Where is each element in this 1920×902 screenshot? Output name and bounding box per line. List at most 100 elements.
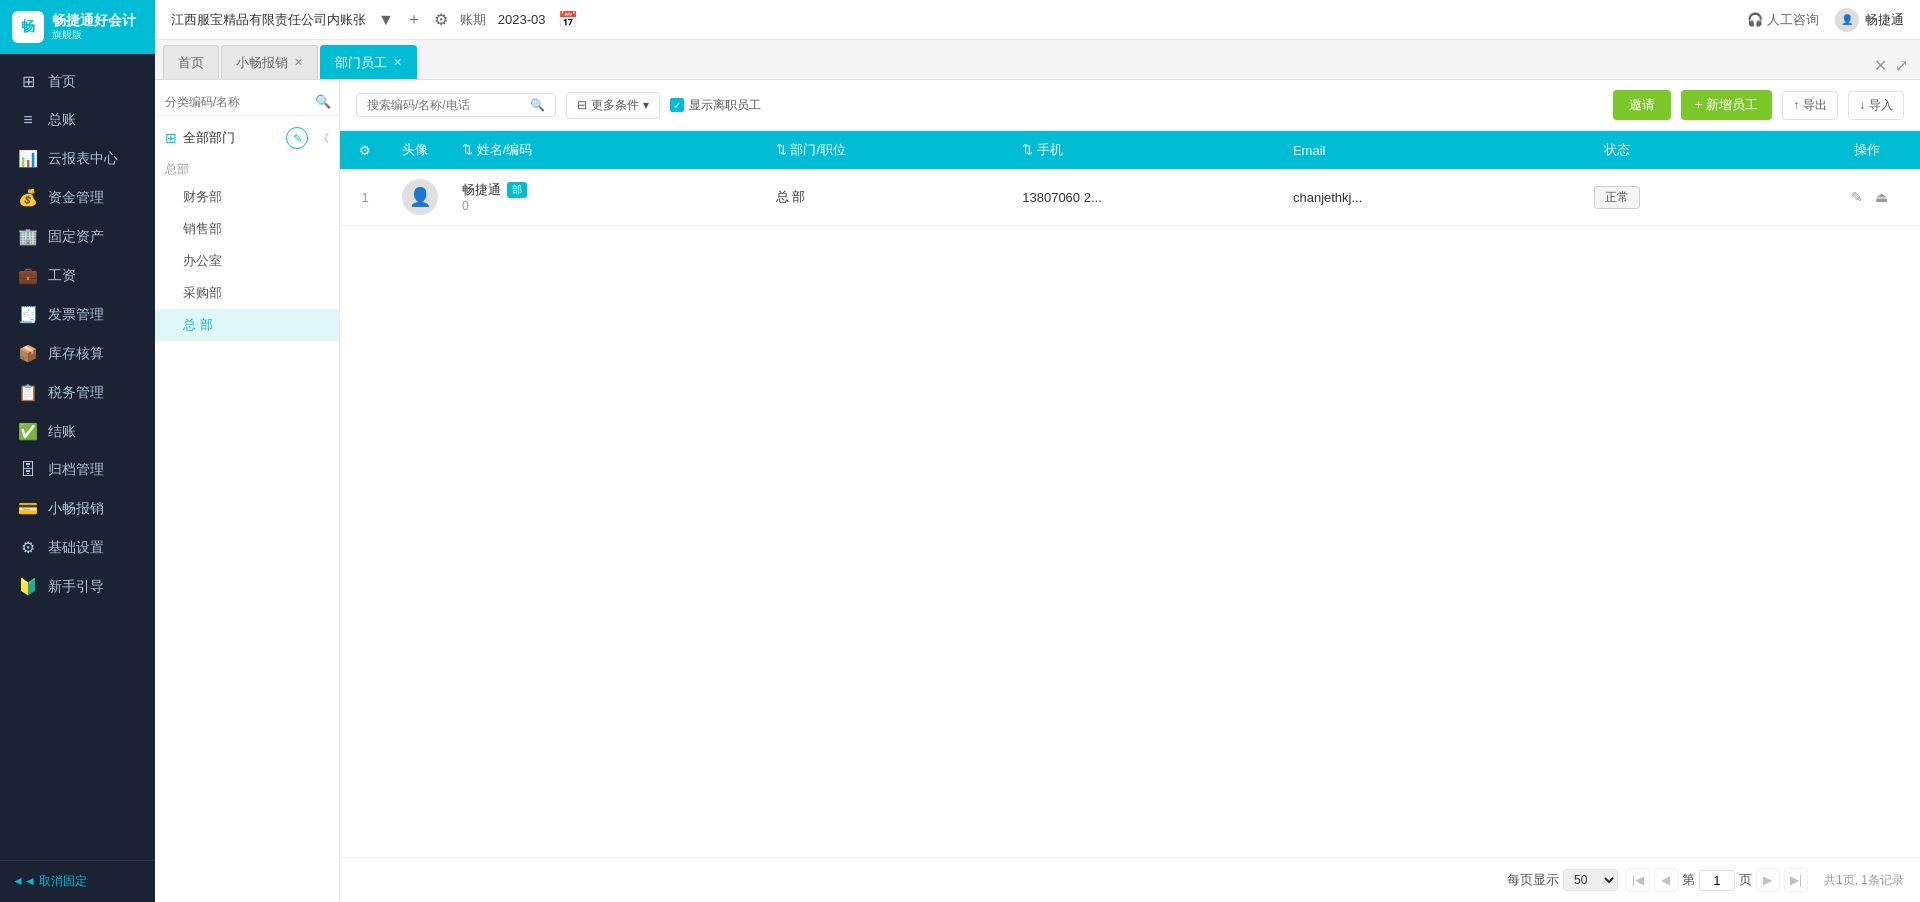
sidebar-item-label: 小畅报销	[48, 500, 104, 518]
guide-icon: 🔰	[18, 577, 38, 596]
expense-icon: 💳	[18, 499, 38, 518]
tab-home[interactable]: 首页	[163, 45, 219, 79]
dept-item-label: 销售部	[183, 221, 222, 236]
avatar: 👤	[402, 179, 438, 215]
dept-search-input[interactable]	[165, 95, 315, 109]
tab-close-window-icon[interactable]: ✕	[1874, 56, 1887, 75]
employee-name: 畅捷通	[462, 181, 501, 199]
employee-email: chanjethkj...	[1293, 190, 1362, 205]
add-employee-button[interactable]: + 新增员工	[1681, 90, 1772, 120]
page-first-button[interactable]: |◀	[1626, 868, 1650, 892]
dept-item-office[interactable]: 办公室	[155, 245, 339, 277]
import-button[interactable]: ↓ 导入	[1848, 91, 1904, 120]
col-avatar-label: 头像	[402, 142, 428, 157]
tab-expense-label: 小畅报销	[236, 54, 288, 72]
page-size-label: 每页显示	[1507, 871, 1559, 889]
logo-subtitle: 旗舰版	[52, 28, 136, 42]
filter-icon: ⊟	[577, 98, 587, 112]
sidebar-item-archive[interactable]: 🗄 归档管理	[0, 451, 155, 489]
dept-collapse-icon[interactable]: 《	[318, 131, 329, 146]
salary-icon: 💼	[18, 266, 38, 285]
employee-code: 0	[462, 199, 752, 213]
dept-edit-button[interactable]: ✎	[286, 127, 308, 149]
show-resigned-toggle[interactable]: ✓ 显示离职员工	[670, 97, 761, 114]
edit-icon[interactable]: ✎	[1851, 189, 1863, 205]
col-status-label: 状态	[1604, 142, 1630, 157]
tab-dept-close[interactable]: ✕	[393, 56, 402, 69]
page-last-button[interactable]: ▶|	[1784, 868, 1808, 892]
page-prev-button[interactable]: ◀	[1654, 868, 1678, 892]
sidebar-item-reports[interactable]: 📊 云报表中心	[0, 139, 155, 178]
employee-search-input[interactable]	[367, 98, 524, 112]
sidebar-item-inventory[interactable]: 📦 库存核算	[0, 334, 155, 373]
sidebar-item-salary[interactable]: 💼 工资	[0, 256, 155, 295]
add-company-button[interactable]: ＋	[406, 9, 422, 30]
filter-button[interactable]: ⊟ 更多条件 ▾	[566, 92, 660, 119]
col-phone-sort-icon: ⇅	[1022, 142, 1037, 157]
page-nav: |◀ ◀ 第 页 ▶ ▶|	[1626, 868, 1808, 892]
sidebar-item-label: 云报表中心	[48, 150, 118, 168]
page-next-button[interactable]: ▶	[1756, 868, 1780, 892]
column-settings-icon[interactable]: ⚙	[359, 143, 371, 158]
invoice-icon: 🧾	[18, 305, 38, 324]
import-label: 导入	[1869, 97, 1893, 114]
filter-label: 更多条件	[591, 97, 639, 114]
sidebar-item-settle[interactable]: ✅ 结账	[0, 412, 155, 451]
export-label: 导出	[1803, 97, 1827, 114]
tab-expense[interactable]: 小畅报销 ✕	[221, 45, 318, 79]
sidebar-item-invoice[interactable]: 🧾 发票管理	[0, 295, 155, 334]
sidebar-unpin-button[interactable]: ◄◄ 取消固定	[0, 860, 155, 902]
invite-button[interactable]: 邀请	[1613, 90, 1671, 120]
col-avatar: 头像	[390, 131, 450, 169]
company-dropdown-icon[interactable]: ▼	[378, 11, 394, 29]
sidebar-item-funds[interactable]: 💰 资金管理	[0, 178, 155, 217]
col-phone[interactable]: ⇅ 手机	[1010, 131, 1281, 169]
row-action-cell: ✎ ⏏	[1708, 169, 1920, 226]
dept-sidebar: 🔍 ⊞ 全部部门 ✎ 《 总部 财务部 销售部 办公室	[155, 80, 340, 902]
assets-icon: 🏢	[18, 227, 38, 246]
user-area[interactable]: 👤 畅捷通	[1835, 8, 1904, 32]
tab-expand-window-icon[interactable]: ⤢	[1895, 56, 1908, 75]
all-dept-item[interactable]: ⊞ 全部部门 ✎ 《	[155, 120, 339, 156]
dept-search-icon[interactable]: 🔍	[315, 94, 331, 109]
page-size-dropdown[interactable]: 50 20 100	[1563, 869, 1618, 891]
sidebar-item-guide[interactable]: 🔰 新手引导	[0, 567, 155, 606]
dept-item-sales[interactable]: 销售部	[155, 213, 339, 245]
col-phone-label: 手机	[1037, 142, 1063, 157]
sidebar-item-home[interactable]: ⊞ 首页	[0, 62, 155, 101]
sidebar-item-assets[interactable]: 🏢 固定资产	[0, 217, 155, 256]
tab-dept[interactable]: 部门员工 ✕	[320, 45, 417, 79]
unpin-label: ◄◄ 取消固定	[12, 873, 87, 890]
dept-item-finance[interactable]: 财务部	[155, 181, 339, 213]
page-number-input[interactable]	[1699, 870, 1735, 891]
sidebar-item-expense[interactable]: 💳 小畅报销	[0, 489, 155, 528]
export-button[interactable]: ↑ 导出	[1782, 91, 1838, 120]
consultant-button[interactable]: 🎧 人工咨询	[1747, 11, 1819, 29]
header-settings-icon[interactable]: ⚙	[434, 10, 448, 29]
tab-expense-close[interactable]: ✕	[294, 56, 303, 69]
sidebar-item-tax[interactable]: 📋 税务管理	[0, 373, 155, 412]
sidebar-item-ledger[interactable]: ≡ 总账	[0, 101, 155, 139]
ledger-icon: ≡	[18, 111, 38, 129]
employee-phone: 13807060 2...	[1022, 190, 1102, 205]
sidebar-item-label: 资金管理	[48, 189, 104, 207]
col-dept[interactable]: ⇅ 部门/职位	[764, 131, 1010, 169]
page-body: 🔍 ⊞ 全部部门 ✎ 《 总部 财务部 销售部 办公室	[155, 80, 1920, 902]
sidebar-item-label: 结账	[48, 423, 76, 441]
sidebar-item-settings[interactable]: ⚙ 基础设置	[0, 528, 155, 567]
show-resigned-checkbox[interactable]: ✓	[670, 98, 684, 112]
employee-search-icon[interactable]: 🔍	[530, 98, 545, 112]
calendar-icon[interactable]: 📅	[558, 10, 578, 29]
funds-icon: 💰	[18, 188, 38, 207]
dept-item-purchase[interactable]: 采购部	[155, 277, 339, 309]
sidebar-item-label: 总账	[48, 111, 76, 129]
col-name[interactable]: ⇅ 姓名/编码	[450, 131, 764, 169]
row-status-cell: 正常	[1525, 169, 1708, 226]
sidebar: 畅 畅捷通好会计 旗舰版 ⊞ 首页 ≡ 总账 📊 云报表中心 💰 资金管理 🏢 …	[0, 0, 155, 902]
sidebar-item-label: 归档管理	[48, 461, 104, 479]
sidebar-item-label: 新手引导	[48, 578, 104, 596]
dept-item-general[interactable]: 总 部	[155, 309, 339, 341]
logout-icon[interactable]: ⏏	[1875, 189, 1888, 205]
dept-item-label: 采购部	[183, 285, 222, 300]
employee-dept-badge: 部	[507, 182, 527, 198]
